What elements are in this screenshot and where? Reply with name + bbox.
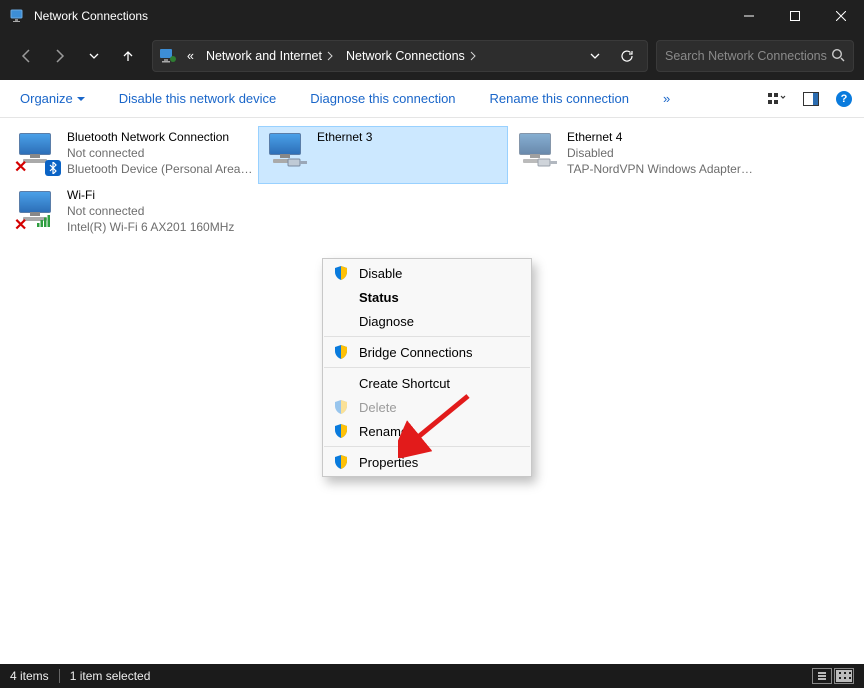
menu-label: Create Shortcut — [359, 376, 450, 391]
back-button[interactable] — [10, 40, 42, 72]
connection-name: Ethernet 4 — [567, 129, 753, 145]
wifi-signal-icon — [37, 214, 53, 230]
recent-locations-button[interactable] — [78, 40, 110, 72]
more-commands-button[interactable]: » — [655, 87, 678, 110]
ethernet-icon — [287, 155, 309, 169]
menu-item-create-shortcut[interactable]: Create Shortcut — [323, 371, 531, 395]
chevron-right-icon — [326, 51, 334, 61]
close-button[interactable] — [818, 0, 864, 32]
menu-item-delete: Delete — [323, 395, 531, 419]
help-button[interactable]: ? — [836, 91, 852, 107]
connection-device: Intel(R) Wi-Fi 6 AX201 160MHz — [67, 219, 234, 235]
menu-item-rename[interactable]: Rename — [323, 419, 531, 443]
details-view-button[interactable] — [812, 668, 832, 684]
menu-item-properties[interactable]: Properties — [323, 450, 531, 474]
shield-icon — [335, 345, 349, 359]
connection-icon: ✕ — [13, 187, 61, 235]
menu-label: Rename — [359, 424, 408, 439]
command-label: Disable this network device — [119, 91, 277, 106]
menu-label: Properties — [359, 455, 418, 470]
disconnected-icon: ✕ — [14, 157, 27, 177]
connection-device: TAP-NordVPN Windows Adapter ... — [567, 161, 753, 177]
menu-separator — [324, 367, 530, 368]
connection-item-wifi[interactable]: ✕ Wi-Fi Not connected Intel(R) Wi-Fi 6 A… — [8, 184, 258, 242]
connection-icon — [263, 129, 311, 177]
disconnected-icon: ✕ — [14, 215, 27, 235]
menu-item-status[interactable]: Status — [323, 285, 531, 309]
menu-label: Disable — [359, 266, 402, 281]
menu-label: Delete — [359, 400, 397, 415]
content-area: ✕ Bluetooth Network Connection Not conne… — [0, 118, 864, 664]
breadcrumb-prefix[interactable]: « — [181, 42, 200, 70]
item-grid: ✕ Bluetooth Network Connection Not conne… — [8, 126, 856, 242]
breadcrumb-label: Network and Internet — [206, 49, 322, 63]
menu-item-diagnose[interactable]: Diagnose — [323, 309, 531, 333]
maximize-button[interactable] — [772, 0, 818, 32]
connection-item-ethernet3[interactable]: Ethernet 3 — [258, 126, 508, 184]
connection-status: Disabled — [567, 145, 753, 161]
window-title: Network Connections — [34, 9, 148, 23]
rename-button[interactable]: Rename this connection — [482, 87, 637, 110]
tiles-view-button[interactable] — [834, 668, 854, 684]
breadcrumb-label: Network Connections — [346, 49, 465, 63]
connection-icon — [513, 129, 561, 177]
address-history-button[interactable] — [579, 40, 611, 72]
breadcrumb-segment[interactable]: Network Connections — [340, 42, 483, 70]
preview-pane-button[interactable] — [802, 90, 820, 108]
dropdown-icon — [77, 95, 85, 103]
connection-name: Bluetooth Network Connection — [67, 129, 253, 145]
command-label: » — [663, 91, 670, 106]
search-placeholder: Search Network Connections — [665, 49, 827, 63]
breadcrumb-segment[interactable]: Network and Internet — [200, 42, 340, 70]
connection-name: Wi-Fi — [67, 187, 234, 203]
search-icon — [831, 48, 845, 65]
view-options-button[interactable] — [768, 90, 786, 108]
shield-icon — [335, 455, 349, 469]
command-bar: Organize Disable this network device Dia… — [0, 80, 864, 118]
connection-status: Not connected — [67, 203, 234, 219]
shield-icon — [335, 400, 349, 414]
menu-label: Status — [359, 290, 399, 305]
chevron-right-icon — [469, 51, 477, 61]
address-bar[interactable]: « Network and Internet Network Connectio… — [152, 40, 648, 72]
disable-device-button[interactable]: Disable this network device — [111, 87, 285, 110]
menu-item-disable[interactable]: Disable — [323, 261, 531, 285]
menu-separator — [324, 336, 530, 337]
app-icon — [10, 8, 26, 24]
command-label: Organize — [20, 91, 73, 106]
status-selection: 1 item selected — [70, 669, 151, 683]
menu-separator — [324, 446, 530, 447]
shield-icon — [335, 424, 349, 438]
connection-device: Bluetooth Device (Personal Area ... — [67, 161, 253, 177]
shield-icon — [335, 266, 349, 280]
bluetooth-icon — [45, 160, 61, 176]
command-label: Diagnose this connection — [310, 91, 455, 106]
divider — [59, 669, 60, 683]
status-item-count: 4 items — [10, 669, 49, 683]
refresh-button[interactable] — [611, 40, 643, 72]
command-label: Rename this connection — [490, 91, 629, 106]
menu-label: Bridge Connections — [359, 345, 472, 360]
connection-icon: ✕ — [13, 129, 61, 177]
search-box[interactable]: Search Network Connections — [656, 40, 854, 72]
ethernet-icon — [537, 155, 559, 169]
window: Network Connections « Network and Intern… — [0, 0, 864, 688]
title-bar: Network Connections — [0, 0, 864, 32]
navigation-bar: « Network and Internet Network Connectio… — [0, 32, 864, 80]
minimize-button[interactable] — [726, 0, 772, 32]
status-bar: 4 items 1 item selected — [0, 664, 864, 688]
connection-status: Not connected — [67, 145, 253, 161]
connection-name: Ethernet 3 — [317, 129, 372, 145]
connection-item-bluetooth[interactable]: ✕ Bluetooth Network Connection Not conne… — [8, 126, 258, 184]
connection-item-ethernet4[interactable]: Ethernet 4 Disabled TAP-NordVPN Windows … — [508, 126, 758, 184]
diagnose-button[interactable]: Diagnose this connection — [302, 87, 463, 110]
up-button[interactable] — [112, 40, 144, 72]
menu-label: Diagnose — [359, 314, 414, 329]
forward-button[interactable] — [44, 40, 76, 72]
location-icon — [159, 47, 177, 65]
organize-menu[interactable]: Organize — [12, 87, 93, 110]
context-menu: Disable Status Diagnose Bridge Connectio… — [322, 258, 532, 477]
menu-item-bridge[interactable]: Bridge Connections — [323, 340, 531, 364]
